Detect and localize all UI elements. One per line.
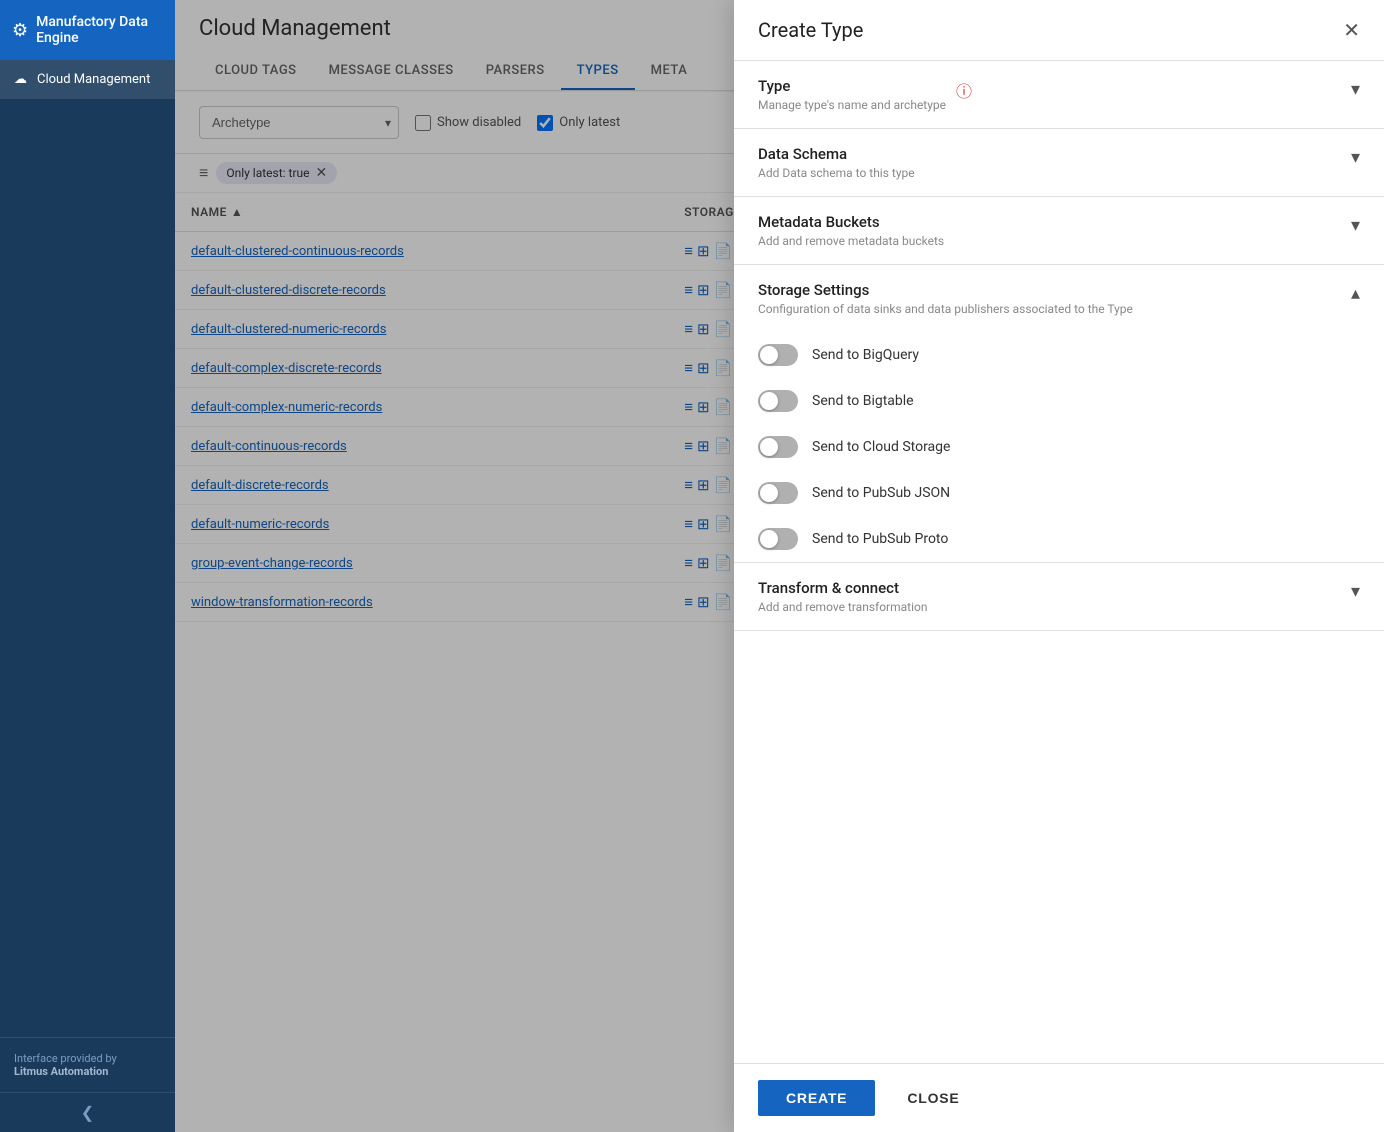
panel-header: Create Type ✕ (734, 0, 1384, 61)
toggle-row-pubsub-proto: Send to PubSub Proto (734, 516, 1384, 562)
accordion-title-transform-connect: Transform & connect (758, 579, 927, 597)
accordion-subtitle-data-schema: Add Data schema to this type (758, 166, 915, 180)
accordion-title-type: Type (758, 77, 946, 95)
sidebar-item-cloud-management[interactable]: ☁ Cloud Management (0, 60, 175, 99)
data-schema-chevron-icon: ▾ (1351, 147, 1360, 168)
accordion-header-metadata-buckets[interactable]: Metadata Buckets Add and remove metadata… (734, 197, 1384, 264)
accordion-header-type[interactable]: Type Manage type's name and archetype ⓘ … (734, 61, 1384, 128)
accordion-title-data-schema: Data Schema (758, 145, 915, 163)
accordion-subtitle-type: Manage type's name and archetype (758, 98, 946, 112)
toggle-bigtable-knob (760, 392, 778, 410)
toggle-pubsub-json-knob (760, 484, 778, 502)
footer-text: Interface provided by (14, 1052, 117, 1065)
toggle-pubsub-json-label: Send to PubSub JSON (812, 485, 950, 501)
toggle-cloud-storage[interactable] (758, 436, 798, 458)
sidebar-header: ⚙ Manufactory Data Engine (0, 0, 175, 60)
cloud-icon: ☁ (14, 72, 27, 87)
accordion-section-storage-settings: Storage Settings Configuration of data s… (734, 265, 1384, 563)
app-logo-icon: ⚙ (12, 20, 28, 41)
accordion-title-metadata-buckets: Metadata Buckets (758, 213, 944, 231)
accordion-subtitle-transform-connect: Add and remove transformation (758, 600, 927, 614)
toggle-pubsub-json[interactable] (758, 482, 798, 504)
app-title: Manufactory Data Engine (36, 14, 163, 46)
accordion-header-left-data-schema: Data Schema Add Data schema to this type (758, 145, 915, 180)
create-button[interactable]: CREATE (758, 1080, 875, 1116)
metadata-buckets-chevron-icon: ▾ (1351, 215, 1360, 236)
type-error-icon: ⓘ (956, 78, 972, 102)
accordion-header-storage-settings[interactable]: Storage Settings Configuration of data s… (734, 265, 1384, 332)
panel-title: Create Type (758, 18, 863, 42)
toggle-pubsub-proto-label: Send to PubSub Proto (812, 531, 948, 547)
accordion-header-left-transform-connect: Transform & connect Add and remove trans… (758, 579, 927, 614)
accordion-section-data-schema: Data Schema Add Data schema to this type… (734, 129, 1384, 197)
sidebar-collapse-button[interactable]: ❮ (0, 1092, 175, 1132)
accordion-section-transform-connect: Transform & connect Add and remove trans… (734, 563, 1384, 631)
toggle-row-cloud-storage: Send to Cloud Storage (734, 424, 1384, 470)
main-content: Cloud Management CLOUD TAGS MESSAGE CLAS… (175, 0, 1384, 1132)
accordion-subtitle-metadata-buckets: Add and remove metadata buckets (758, 234, 944, 248)
accordion-title-storage-settings: Storage Settings (758, 281, 1133, 299)
storage-settings-chevron-icon: ▴ (1351, 283, 1360, 304)
accordion-header-left-storage-settings: Storage Settings Configuration of data s… (758, 281, 1133, 316)
toggle-bigquery-label: Send to BigQuery (812, 347, 919, 363)
sidebar-footer: Interface provided by Litmus Automation (0, 1037, 175, 1092)
accordion-header-left-metadata-buckets: Metadata Buckets Add and remove metadata… (758, 213, 944, 248)
toggle-row-bigtable: Send to Bigtable (734, 378, 1384, 424)
panel-close-button[interactable]: ✕ (1343, 20, 1360, 40)
toggle-bigtable[interactable] (758, 390, 798, 412)
create-type-panel: Create Type ✕ Type Manage type's name an… (734, 0, 1384, 1132)
toggle-pubsub-proto-knob (760, 530, 778, 548)
close-button[interactable]: CLOSE (887, 1080, 979, 1116)
panel-footer: CREATE CLOSE (734, 1063, 1384, 1132)
toggle-bigquery[interactable] (758, 344, 798, 366)
type-chevron-icon: ▾ (1351, 79, 1360, 100)
footer-brand: Litmus Automation (14, 1065, 161, 1078)
transform-connect-chevron-icon: ▾ (1351, 581, 1360, 602)
toggle-pubsub-proto[interactable] (758, 528, 798, 550)
accordion-section-type: Type Manage type's name and archetype ⓘ … (734, 61, 1384, 129)
accordion-header-data-schema[interactable]: Data Schema Add Data schema to this type… (734, 129, 1384, 196)
accordion-subtitle-storage-settings: Configuration of data sinks and data pub… (758, 302, 1133, 316)
toggle-bigtable-label: Send to Bigtable (812, 393, 914, 409)
accordion-header-left-type: Type Manage type's name and archetype ⓘ (758, 77, 972, 112)
accordion: Type Manage type's name and archetype ⓘ … (734, 61, 1384, 1063)
toggle-row-pubsub-json: Send to PubSub JSON (734, 470, 1384, 516)
collapse-icon: ❮ (81, 1103, 94, 1122)
accordion-header-transform-connect[interactable]: Transform & connect Add and remove trans… (734, 563, 1384, 630)
accordion-section-metadata-buckets: Metadata Buckets Add and remove metadata… (734, 197, 1384, 265)
sidebar-item-label: Cloud Management (37, 72, 150, 87)
toggle-cloud-storage-label: Send to Cloud Storage (812, 439, 950, 455)
sidebar: ⚙ Manufactory Data Engine ☁ Cloud Manage… (0, 0, 175, 1132)
toggle-cloud-storage-knob (760, 438, 778, 456)
toggle-bigquery-knob (760, 346, 778, 364)
toggle-row-bigquery: Send to BigQuery (734, 332, 1384, 378)
